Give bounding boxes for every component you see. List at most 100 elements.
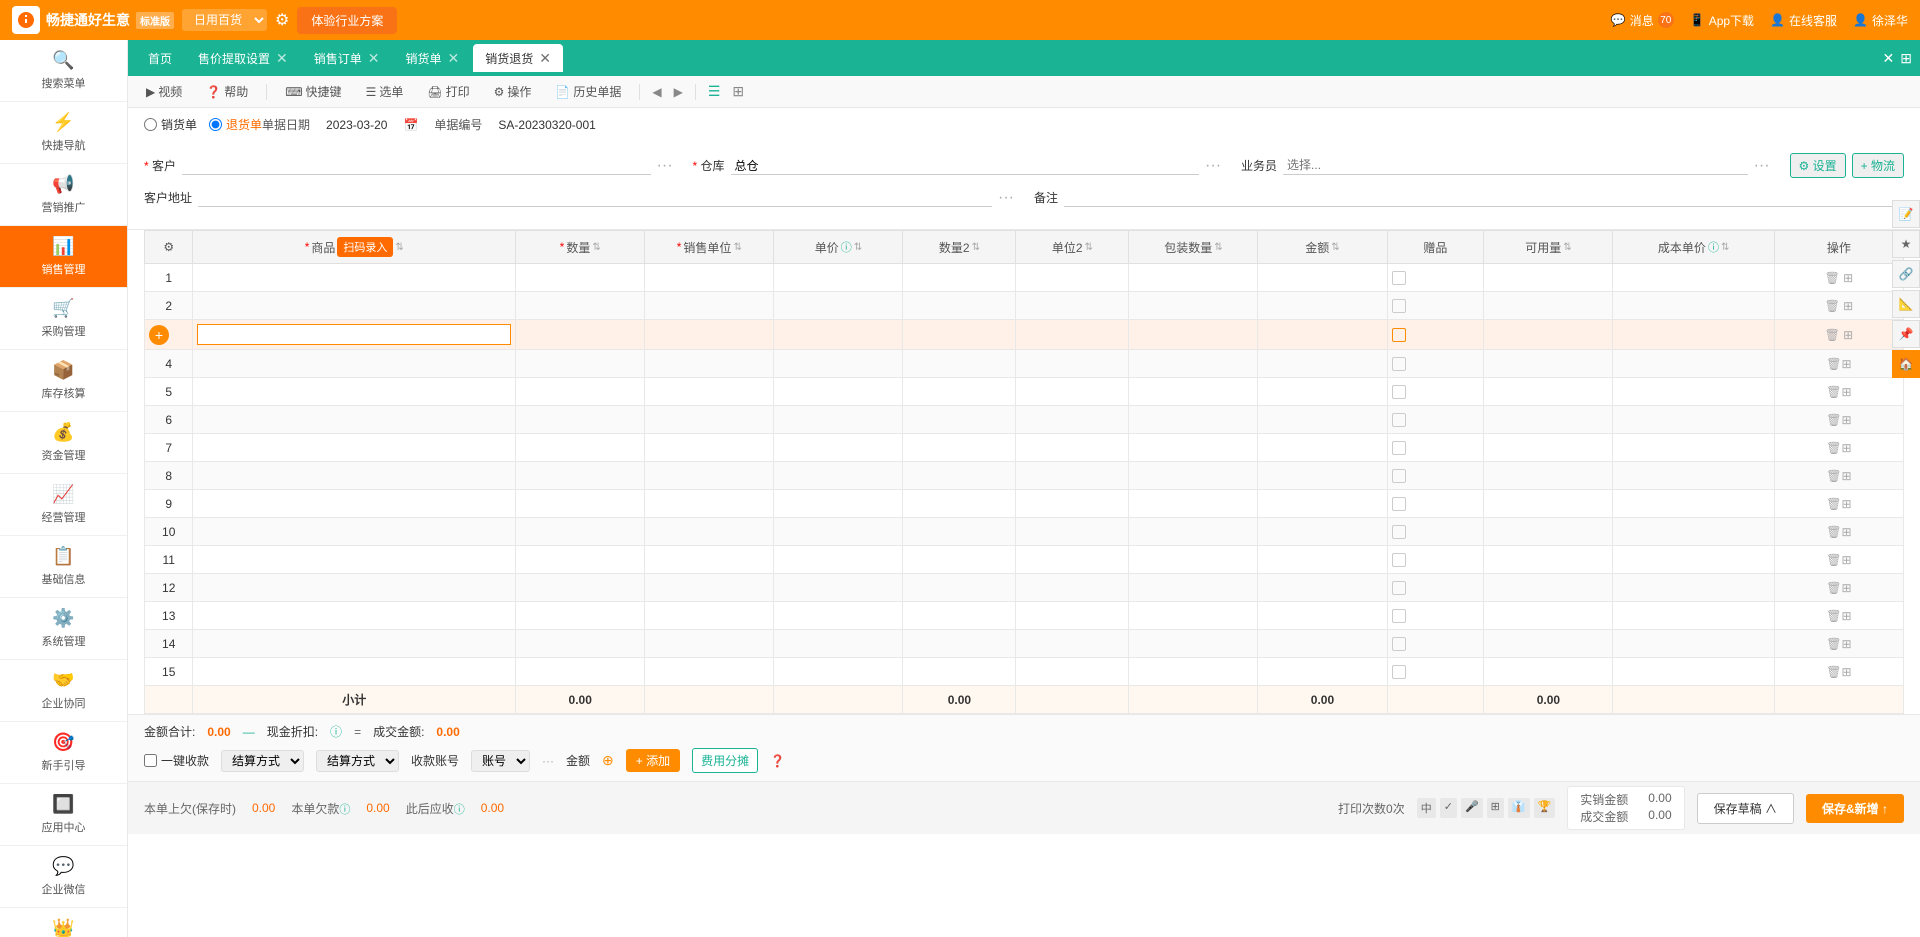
sidebar-item-quicknav[interactable]: ⚡ 快捷导航 — [0, 102, 127, 164]
delete-row-icon[interactable]: 🗑 — [1826, 665, 1841, 679]
history-btn[interactable]: 📄 历史单据 — [549, 81, 627, 102]
tool-2-icon[interactable]: ✓ — [1440, 798, 1457, 818]
sidebar-item-finance[interactable]: 💰 资金管理 — [0, 412, 127, 474]
one-click-payment-checkbox[interactable]: 一键收款 — [144, 752, 209, 769]
delete-row-icon[interactable]: 🗑 — [1826, 385, 1841, 399]
copy-row-icon[interactable]: ⊞ — [1841, 525, 1851, 539]
delete-row-icon[interactable]: 🗑 — [1826, 357, 1841, 371]
nav-next-icon[interactable]: ▶ — [674, 85, 683, 99]
copy-row-icon[interactable]: ⊞ — [1841, 413, 1851, 427]
tab-price-setting-close[interactable]: ✕ — [276, 50, 288, 67]
delete-row-icon[interactable]: 🗑 — [1826, 469, 1841, 483]
address-dots[interactable]: ··· — [998, 189, 1014, 207]
delete-row-icon[interactable]: 🗑 — [1826, 441, 1841, 455]
copy-row-icon[interactable]: ⊞ — [1841, 553, 1851, 567]
delete-row-icon[interactable]: 🗑 — [1826, 553, 1841, 567]
tab-sales-bill-close[interactable]: ✕ — [448, 50, 460, 67]
tab-close-all-icon[interactable]: ✕ — [1883, 50, 1895, 67]
float-link-btn[interactable]: 🔗 — [1892, 260, 1920, 288]
copy-row-icon[interactable]: ⊞ — [1841, 637, 1851, 651]
delete-row-icon[interactable]: 🗑 — [1825, 271, 1840, 285]
sidebar-item-purchase[interactable]: 🛒 采购管理 — [0, 288, 127, 350]
save-new-btn[interactable]: 保存&新增 ↑ — [1806, 794, 1904, 823]
radio-sales-bill[interactable]: 销货单 — [144, 116, 197, 133]
sidebar-item-system[interactable]: ⚙️ 系统管理 — [0, 598, 127, 660]
warehouse-input[interactable] — [731, 156, 1200, 175]
calendar-icon[interactable]: 📅 — [403, 118, 418, 132]
account-select[interactable]: 账号 — [471, 750, 530, 772]
tab-maximize-icon[interactable]: ⊞ — [1900, 50, 1912, 67]
tool-3-icon[interactable]: 🎤 — [1461, 798, 1483, 818]
shortcut-btn[interactable]: ⌨ 快捷键 — [279, 81, 347, 102]
delete-row-icon[interactable]: 🗑 — [1826, 637, 1841, 651]
delete-row-icon[interactable]: 🗑 — [1825, 328, 1840, 342]
tool-6-icon[interactable]: 🏆 — [1534, 798, 1556, 818]
sidebar-item-inventory[interactable]: 📦 库存核算 — [0, 350, 127, 412]
delete-row-icon[interactable]: 🗑 — [1826, 497, 1841, 511]
copy-row-icon[interactable]: ⊞ — [1841, 497, 1851, 511]
copy-row-icon[interactable]: ⊞ — [1843, 328, 1853, 342]
sidebar-item-collab[interactable]: 🤝 企业协同 — [0, 660, 127, 722]
sort-amount-icon[interactable]: ⇅ — [1331, 242, 1339, 253]
sort-price-icon[interactable]: ⇅ — [854, 242, 862, 253]
sort-available-icon[interactable]: ⇅ — [1563, 242, 1571, 253]
fee-help-icon[interactable]: ❓ — [770, 754, 785, 768]
sidebar-item-vip[interactable]: 👑 畅会员 — [0, 908, 127, 937]
copy-row-icon[interactable]: ⊞ — [1841, 385, 1851, 399]
delete-row-icon[interactable]: 🗑 — [1826, 609, 1841, 623]
sort-qty-icon[interactable]: ⇅ — [592, 242, 600, 253]
grid-view-icon[interactable]: ⊞ — [732, 83, 744, 100]
calc-method-select[interactable]: 结算方式 — [221, 750, 304, 772]
logistics-btn[interactable]: + 物流 — [1852, 153, 1904, 178]
salesperson-dots[interactable]: ··· — [1754, 157, 1770, 175]
amount-dots[interactable]: ··· — [542, 754, 554, 768]
delete-row-icon[interactable]: 🗑 — [1826, 525, 1841, 539]
copy-row-icon[interactable]: ⊞ — [1841, 469, 1851, 483]
list-view-icon[interactable]: ☰ — [708, 83, 721, 100]
product-input-active[interactable] — [197, 324, 511, 345]
sort-qty2-icon[interactable]: ⇅ — [972, 242, 980, 253]
remark-input[interactable] — [1064, 188, 1904, 207]
float-star-btn[interactable]: ★ — [1892, 230, 1920, 258]
user-menu-btn[interactable]: 👤 徐泽华 — [1853, 12, 1908, 29]
message-btn[interactable]: 💬 消息 70 — [1611, 12, 1674, 29]
calc-method-select2[interactable]: 结算方式 — [316, 750, 399, 772]
trial-btn[interactable]: 体验行业方案 — [297, 7, 397, 34]
sidebar-item-wxwork[interactable]: 💬 企业微信 — [0, 846, 127, 908]
float-note-btn[interactable]: 📝 — [1892, 200, 1920, 228]
customer-dots[interactable]: ··· — [657, 157, 673, 175]
tab-home[interactable]: 首页 — [136, 44, 184, 72]
add-row-btn[interactable]: + — [149, 325, 169, 345]
fee-split-btn[interactable]: 费用分摊 — [692, 748, 758, 773]
sort-cost-icon[interactable]: ⇅ — [1721, 242, 1729, 253]
delete-row-icon[interactable]: 🗑 — [1826, 413, 1841, 427]
customer-service-btn[interactable]: 👤 在线客服 — [1770, 12, 1837, 29]
delete-row-icon[interactable]: 🗑 — [1826, 581, 1841, 595]
copy-row-icon[interactable]: ⊞ — [1843, 299, 1853, 313]
tool-5-icon[interactable]: 👔 — [1508, 798, 1530, 818]
sort-packqty-icon[interactable]: ⇅ — [1214, 242, 1222, 253]
help-btn[interactable]: ❓ 帮助 — [200, 81, 254, 102]
industry-selector[interactable]: 日用百货 — [182, 9, 267, 31]
scan-btn[interactable]: 扫码录入 — [337, 237, 393, 257]
tab-sales-bill[interactable]: 销货单 ✕ — [394, 44, 472, 72]
copy-row-icon[interactable]: ⊞ — [1843, 271, 1853, 285]
sidebar-item-operations[interactable]: 📈 经营管理 — [0, 474, 127, 536]
tab-sales-order[interactable]: 销售订单 ✕ — [302, 44, 392, 72]
copy-row-icon[interactable]: ⊞ — [1841, 609, 1851, 623]
sort-unit-icon[interactable]: ⇅ — [733, 242, 741, 253]
copy-row-icon[interactable]: ⊞ — [1841, 581, 1851, 595]
copy-row-icon[interactable]: ⊞ — [1841, 665, 1851, 679]
app-download-btn[interactable]: 📱 App下载 — [1690, 12, 1754, 29]
discount-info-icon[interactable]: ⓘ — [330, 723, 342, 740]
customer-input[interactable] — [182, 156, 651, 175]
col-settings[interactable]: ⚙ — [145, 231, 193, 264]
sidebar-item-guide[interactable]: 🎯 新手引导 — [0, 722, 127, 784]
operate-btn[interactable]: ⚙ 操作 — [488, 81, 538, 102]
settings-btn[interactable]: ⚙ 设置 — [1790, 153, 1846, 178]
radio-return-bill[interactable]: 退货单 — [209, 116, 262, 133]
sidebar-item-sales[interactable]: 📊 销售管理 — [0, 226, 127, 288]
print-btn[interactable]: 🖨 打印 — [421, 81, 475, 102]
sidebar-item-marketing[interactable]: 📢 营销推广 — [0, 164, 127, 226]
sort-unit2-icon[interactable]: ⇅ — [1085, 242, 1093, 253]
